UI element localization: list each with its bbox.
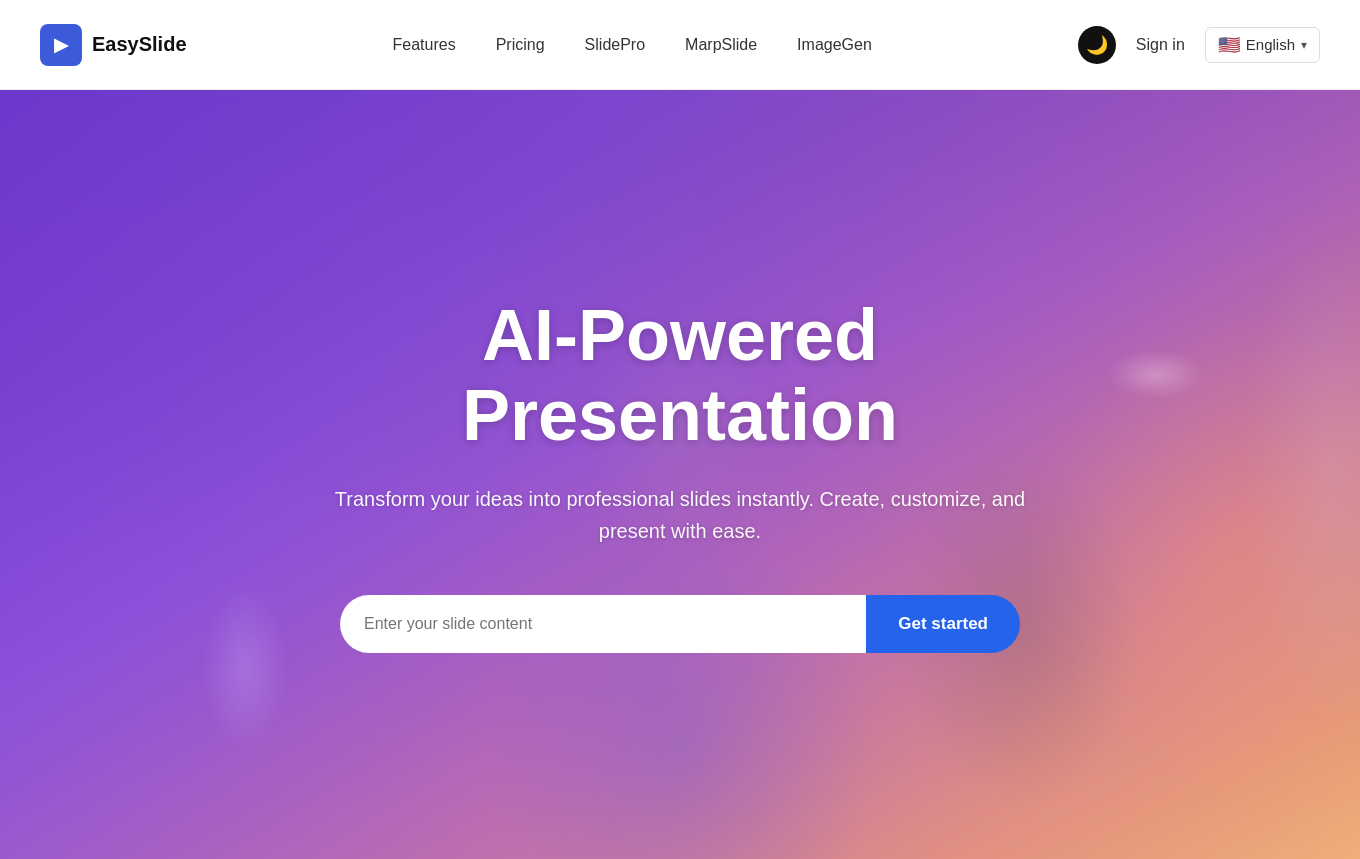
- logo-icon: ▶: [40, 24, 82, 66]
- nav-link-imagegen[interactable]: ImageGen: [797, 36, 872, 54]
- chevron-down-icon: ▾: [1301, 38, 1307, 52]
- navbar-right: 🌙 Sign in 🇺🇸 English ▾: [1078, 26, 1320, 64]
- logo-text: EasySlide: [92, 33, 187, 56]
- nav-link-features[interactable]: Features: [393, 36, 456, 54]
- language-selector[interactable]: 🇺🇸 English ▾: [1205, 27, 1320, 63]
- navbar: ▶ EasySlide Features Pricing SlidePro Ma…: [0, 0, 1360, 90]
- flag-icon: 🇺🇸: [1218, 34, 1240, 56]
- moon-icon: 🌙: [1086, 34, 1108, 56]
- hero-title: AI-Powered Presentation: [300, 296, 1060, 454]
- nav-link-slidepro[interactable]: SlidePro: [585, 36, 645, 54]
- hero-section: AI-Powered Presentation Transform your i…: [0, 90, 1360, 859]
- hero-subtitle: Transform your ideas into professional s…: [300, 483, 1060, 547]
- hero-content: AI-Powered Presentation Transform your i…: [280, 296, 1080, 652]
- slide-content-input[interactable]: [340, 595, 866, 653]
- logo-symbol: ▶: [54, 34, 68, 56]
- sign-in-link[interactable]: Sign in: [1136, 36, 1185, 54]
- get-started-button[interactable]: Get started: [866, 595, 1020, 653]
- hero-title-line2: Presentation: [462, 375, 898, 455]
- nav-link-marpslide[interactable]: MarpSlide: [685, 36, 757, 54]
- nav-link-pricing[interactable]: Pricing: [496, 36, 545, 54]
- language-label: English: [1246, 36, 1295, 53]
- hero-title-line1: AI-Powered: [482, 295, 878, 375]
- hero-input-row: Get started: [340, 595, 1020, 653]
- dark-mode-button[interactable]: 🌙: [1078, 26, 1116, 64]
- logo-area: ▶ EasySlide: [40, 24, 187, 66]
- nav-links: Features Pricing SlidePro MarpSlide Imag…: [393, 36, 872, 54]
